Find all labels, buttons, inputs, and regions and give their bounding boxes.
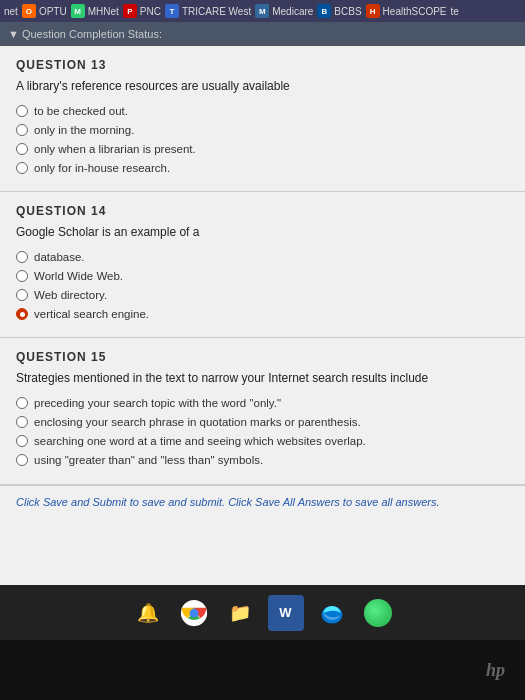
q15-option-b[interactable]: enclosing your search phrase in quotatio…: [16, 414, 509, 430]
q14-radio-c[interactable]: [16, 289, 28, 301]
q15-label-c: searching one word at a time and seeing …: [34, 433, 366, 449]
q15-radio-c[interactable]: [16, 435, 28, 447]
mhnet-icon: M: [71, 4, 85, 18]
tricare-icon: T: [165, 4, 179, 18]
q13-radio-d[interactable]: [16, 162, 28, 174]
q15-label-a: preceding your search topic with the wor…: [34, 395, 281, 411]
q13-option-d[interactable]: only for in-house research.: [16, 160, 509, 176]
q15-option-d[interactable]: using "greater than" and "less than" sym…: [16, 452, 509, 468]
tab-pnc[interactable]: P PNC: [123, 4, 161, 18]
tab-tricare[interactable]: T TRICARE West: [165, 4, 251, 18]
hp-logo: hp: [486, 660, 505, 681]
completion-bar[interactable]: ▼ Question Completion Status:: [0, 22, 525, 46]
browser-tab-bar: net O OPTU M MHNet P PNC T TRICARE West …: [0, 0, 525, 22]
question-14-options: database. World Wide Web. Web directory.…: [16, 249, 509, 322]
taskbar: 🔔 📁 W: [0, 585, 525, 640]
q14-option-d[interactable]: vertical search engine.: [16, 306, 509, 322]
question-15-text: Strategies mentioned in the text to narr…: [16, 370, 509, 387]
folder-icon[interactable]: 📁: [222, 595, 258, 631]
question-13-block: QUESTION 13 A library's reference resour…: [0, 46, 525, 192]
q13-label-a: to be checked out.: [34, 103, 128, 119]
q15-radio-b[interactable]: [16, 416, 28, 428]
q13-label-d: only for in-house research.: [34, 160, 170, 176]
save-note[interactable]: Click Save and Submit to save and submit…: [0, 485, 525, 518]
chrome-icon[interactable]: [176, 595, 212, 631]
q13-radio-a[interactable]: [16, 105, 28, 117]
word-icon[interactable]: W: [268, 595, 304, 631]
q13-label-b: only in the morning.: [34, 122, 134, 138]
q13-option-a[interactable]: to be checked out.: [16, 103, 509, 119]
q13-option-b[interactable]: only in the morning.: [16, 122, 509, 138]
q13-label-c: only when a librarian is present.: [34, 141, 196, 157]
green-circle-icon[interactable]: [360, 595, 396, 631]
tab-medicare[interactable]: M Medicare: [255, 4, 313, 18]
question-14-text: Google Scholar is an example of a: [16, 224, 509, 241]
q15-radio-a[interactable]: [16, 397, 28, 409]
q14-radio-a[interactable]: [16, 251, 28, 263]
q14-option-c[interactable]: Web directory.: [16, 287, 509, 303]
q13-radio-b[interactable]: [16, 124, 28, 136]
completion-bar-label: ▼ Question Completion Status:: [8, 28, 162, 40]
main-content: QUESTION 13 A library's reference resour…: [0, 46, 525, 585]
bell-icon[interactable]: 🔔: [130, 595, 166, 631]
question-13-options: to be checked out. only in the morning. …: [16, 103, 509, 176]
q14-radio-b[interactable]: [16, 270, 28, 282]
optum-icon: O: [22, 4, 36, 18]
question-13-number: QUESTION 13: [16, 58, 509, 72]
healthscope-icon: H: [366, 4, 380, 18]
pnc-icon: P: [123, 4, 137, 18]
bottom-bar: hp: [0, 640, 525, 700]
svg-point-2: [189, 608, 198, 617]
tab-te[interactable]: te: [451, 6, 459, 17]
q15-option-a[interactable]: preceding your search topic with the wor…: [16, 395, 509, 411]
medicare-icon: M: [255, 4, 269, 18]
q13-option-c[interactable]: only when a librarian is present.: [16, 141, 509, 157]
q15-label-b: enclosing your search phrase in quotatio…: [34, 414, 361, 430]
q14-radio-d[interactable]: [16, 308, 28, 320]
q14-option-b[interactable]: World Wide Web.: [16, 268, 509, 284]
question-14-number: QUESTION 14: [16, 204, 509, 218]
q14-label-a: database.: [34, 249, 85, 265]
tab-bcbs[interactable]: B BCBS: [317, 4, 361, 18]
question-13-text: A library's reference resources are usua…: [16, 78, 509, 95]
q14-option-a[interactable]: database.: [16, 249, 509, 265]
q15-radio-d[interactable]: [16, 454, 28, 466]
tab-mhnet[interactable]: M MHNet: [71, 4, 119, 18]
edge-icon[interactable]: [314, 595, 350, 631]
tab-optum[interactable]: O OPTU: [22, 4, 67, 18]
q13-radio-c[interactable]: [16, 143, 28, 155]
question-15-number: QUESTION 15: [16, 350, 509, 364]
q15-label-d: using "greater than" and "less than" sym…: [34, 452, 263, 468]
question-15-options: preceding your search topic with the wor…: [16, 395, 509, 468]
tab-healthscope[interactable]: H HealthSCOPE: [366, 4, 447, 18]
q14-label-d: vertical search engine.: [34, 306, 149, 322]
tab-net[interactable]: net: [4, 6, 18, 17]
bcbs-icon: B: [317, 4, 331, 18]
q15-option-c[interactable]: searching one word at a time and seeing …: [16, 433, 509, 449]
question-15-block: QUESTION 15 Strategies mentioned in the …: [0, 338, 525, 484]
q14-label-b: World Wide Web.: [34, 268, 123, 284]
q14-label-c: Web directory.: [34, 287, 107, 303]
question-14-block: QUESTION 14 Google Scholar is an example…: [0, 192, 525, 338]
